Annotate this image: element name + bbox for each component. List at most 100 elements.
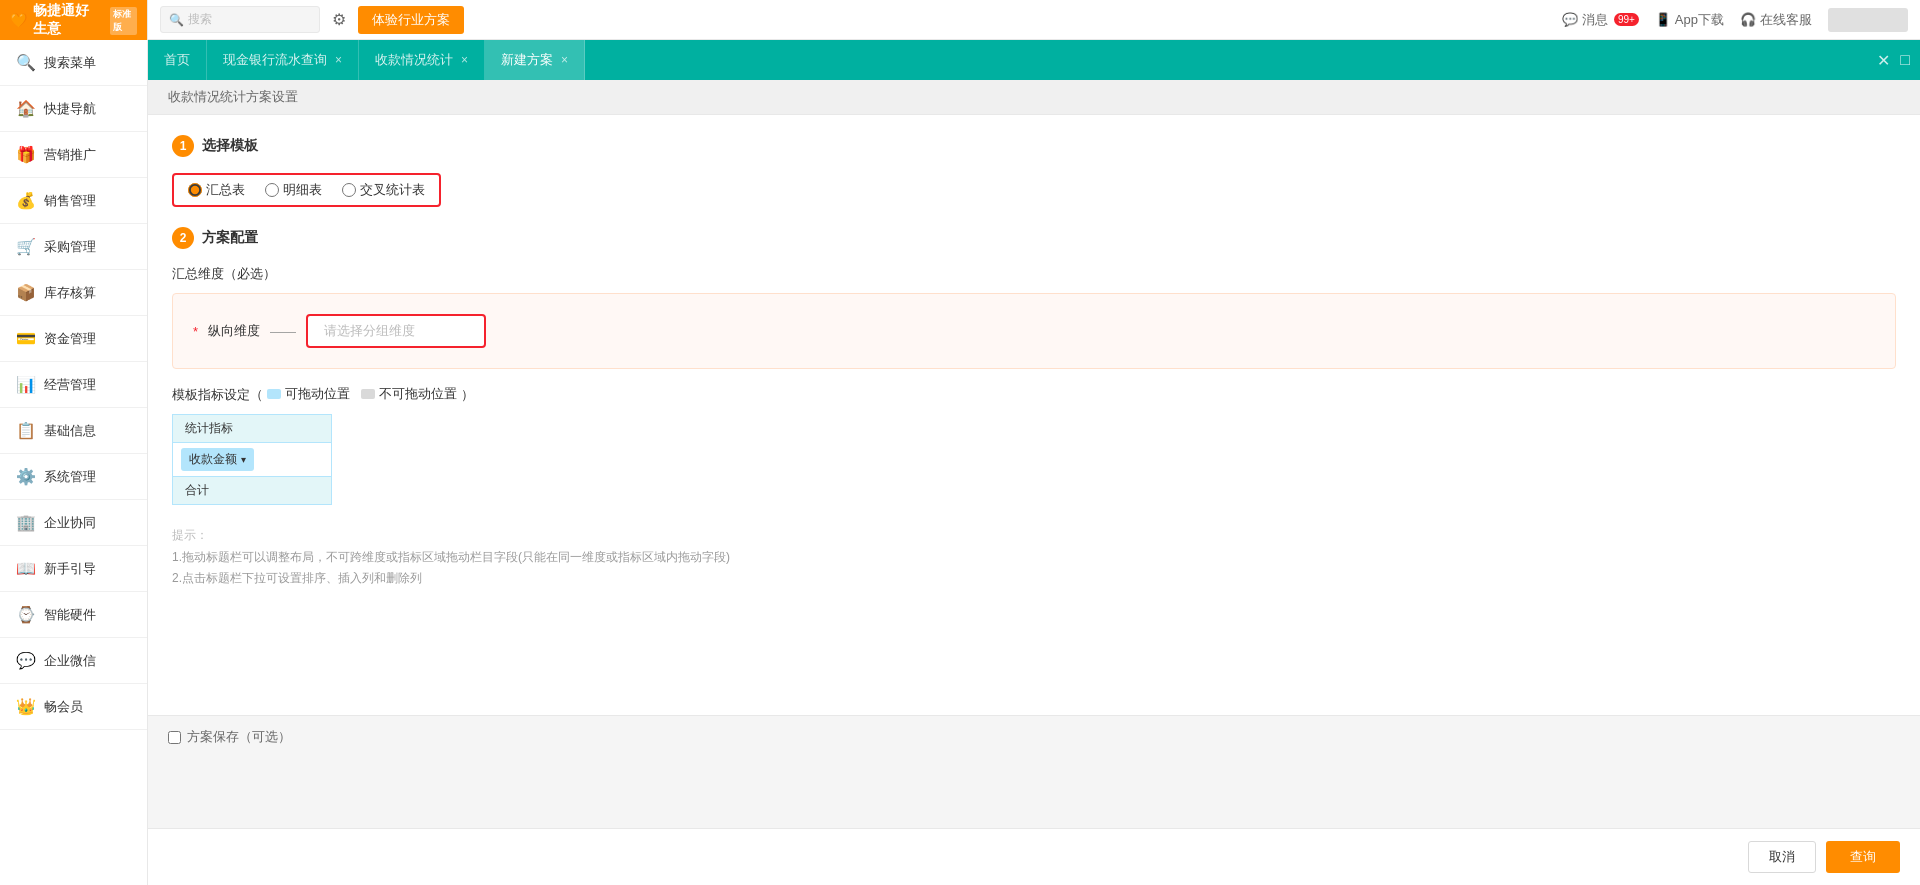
required-mark: *: [193, 324, 198, 339]
sidebar-item-smart-hw[interactable]: ⌚智能硬件: [0, 592, 147, 638]
sidebar-smart-hw-icon: ⌚: [16, 605, 36, 624]
arrow: ——: [270, 324, 296, 339]
sidebar-item-newbie[interactable]: 📖 新手引导: [0, 546, 147, 592]
radio-detail[interactable]: 明细表: [265, 181, 322, 199]
sidebar-item-label-marketing: 营销推广: [44, 146, 96, 164]
user-avatar[interactable]: [1828, 8, 1908, 32]
sidebar-item-enterprise[interactable]: 🏢企业协同: [0, 500, 147, 546]
save-label[interactable]: 方案保存（可选）: [187, 728, 291, 746]
radio-cross[interactable]: 交叉统计表: [342, 181, 425, 199]
step1-header: 1 选择模板: [172, 135, 1896, 157]
tab-bank-flow[interactable]: 现金银行流水查询 ×: [207, 40, 359, 80]
sidebar-biz-mgmt-icon: 📊: [16, 375, 36, 394]
sidebar-item-inventory[interactable]: 📦库存核算: [0, 270, 147, 316]
close-window-icon[interactable]: ✕: [1877, 51, 1890, 70]
step2-header: 2 方案配置: [172, 227, 1896, 249]
radio-detail-label[interactable]: 明细表: [283, 181, 322, 199]
config-section: 汇总维度（必选） * 纵向维度 —— 请选择分组维度 模板指标设定（: [172, 265, 1896, 590]
tab-label-collection-stats: 收款情况统计: [375, 51, 453, 69]
search-placeholder: 搜索: [188, 11, 212, 28]
metrics-tag-amount[interactable]: 收款金额 ▾: [181, 448, 254, 471]
dimension-select[interactable]: 请选择分组维度: [306, 314, 486, 348]
metrics-total-cell: 合计: [173, 476, 331, 504]
content-area: 收款情况统计方案设置 1 选择模板 汇总表 明细表 交叉统计表: [148, 80, 1920, 828]
sidebar-item-label-newbie: 新手引导: [44, 560, 96, 578]
sidebar-marketing-icon: 🎁: [16, 145, 36, 164]
vertical-label: 纵向维度: [208, 322, 260, 340]
app-icon: 📱: [1655, 12, 1671, 27]
sidebar-item-label-basic-info: 基础信息: [44, 422, 96, 440]
tab-home[interactable]: 首页: [148, 40, 207, 80]
tab-close-collection-stats[interactable]: ×: [461, 53, 468, 67]
sidebar-inventory-icon: 📦: [16, 283, 36, 302]
message-btn[interactable]: 💬 消息 99+: [1562, 11, 1639, 29]
query-button[interactable]: 查询: [1826, 841, 1900, 873]
step2-title: 方案配置: [202, 229, 258, 247]
step1-title: 选择模板: [202, 137, 258, 155]
tab-close-new-plan[interactable]: ×: [561, 53, 568, 67]
sidebar: 🧡 畅捷通好生意 标准版 🔍搜索菜单🏠快捷导航🎁营销推广💰销售管理🛒采购管理📦库…: [0, 0, 148, 885]
settings-icon[interactable]: ⚙: [332, 10, 346, 29]
sidebar-purchase-mgmt-icon: 🛒: [16, 237, 36, 256]
tab-label-new-plan: 新建方案: [501, 51, 553, 69]
search-box[interactable]: 🔍 搜索: [160, 6, 320, 33]
sidebar-item-search-menu[interactable]: 🔍搜索菜单: [0, 40, 147, 86]
logo-text: 畅捷通好生意: [33, 2, 98, 38]
footer-bar: 取消 查询: [148, 828, 1920, 885]
sidebar-item-capital-mgmt[interactable]: 💳资金管理: [0, 316, 147, 362]
online-service-label: 在线客服: [1760, 11, 1812, 29]
sidebar-item-wechat[interactable]: 💬 企业微信: [0, 638, 147, 684]
legend-fixed: 不可拖动位置: [361, 385, 457, 403]
tab-close-bank-flow[interactable]: ×: [335, 53, 342, 67]
service-icon: 🎧: [1740, 12, 1756, 27]
sidebar-item-label-quick-nav: 快捷导航: [44, 100, 96, 118]
radio-cross-input[interactable]: [342, 183, 356, 197]
main-area: 🔍 搜索 ⚙ 体验行业方案 💬 消息 99+ 📱 App下载 🎧 在线客服 首页…: [148, 0, 1920, 885]
sidebar-item-biz-mgmt[interactable]: 📊 经营管理: [0, 362, 147, 408]
tab-label-bank-flow: 现金银行流水查询: [223, 51, 327, 69]
sidebar-item-member[interactable]: 👑畅会员: [0, 684, 147, 730]
sidebar-item-label-search-menu: 搜索菜单: [44, 54, 96, 72]
message-icon: 💬: [1562, 12, 1578, 27]
save-section: 方案保存（可选）: [148, 715, 1920, 758]
industry-btn[interactable]: 体验行业方案: [358, 6, 464, 34]
sidebar-quick-nav-icon: 🏠: [16, 99, 36, 118]
tab-collection-stats[interactable]: 收款情况统计 ×: [359, 40, 485, 80]
metrics-tag-row: 收款金额 ▾: [173, 443, 331, 476]
sidebar-item-purchase-mgmt[interactable]: 🛒采购管理: [0, 224, 147, 270]
tabs-right-actions: ✕ □: [1867, 40, 1920, 80]
sidebar-newbie-icon: 📖: [16, 559, 36, 578]
step2-circle: 2: [172, 227, 194, 249]
radio-detail-input[interactable]: [265, 183, 279, 197]
tips-section: 提示： 1.拖动标题栏可以调整布局，不可跨维度或指标区域拖动栏目字段(只能在同一…: [172, 525, 1896, 590]
radio-summary-label[interactable]: 汇总表: [206, 181, 245, 199]
sidebar-item-marketing[interactable]: 🎁 营销推广: [0, 132, 147, 178]
sidebar-item-label-member: 畅会员: [44, 698, 83, 716]
restore-window-icon[interactable]: □: [1900, 51, 1910, 69]
radio-summary-input[interactable]: [188, 183, 202, 197]
cancel-button[interactable]: 取消: [1748, 841, 1816, 873]
breadcrumb: 收款情况统计方案设置: [148, 80, 1920, 115]
dimension-label: 汇总维度（必选）: [172, 265, 1896, 283]
radio-summary[interactable]: 汇总表: [188, 181, 245, 199]
sidebar-wechat-icon: 💬: [16, 651, 36, 670]
sidebar-item-basic-info[interactable]: 📋基础信息: [0, 408, 147, 454]
online-service-btn[interactable]: 🎧 在线客服: [1740, 11, 1812, 29]
dimension-row: * 纵向维度 —— 请选择分组维度: [193, 314, 1875, 348]
tab-label-home: 首页: [164, 51, 190, 69]
sidebar-item-quick-nav[interactable]: 🏠 快捷导航: [0, 86, 147, 132]
sidebar-item-label-wechat: 企业微信: [44, 652, 96, 670]
logo-badge: 标准版: [110, 7, 137, 35]
radio-cross-label[interactable]: 交叉统计表: [360, 181, 425, 199]
legend-blue-box: [267, 389, 281, 399]
tabs-bar: 首页 现金银行流水查询 × 收款情况统计 × 新建方案 × ✕ □: [148, 40, 1920, 80]
sidebar-item-label-biz-mgmt: 经营管理: [44, 376, 96, 394]
tab-new-plan[interactable]: 新建方案 ×: [485, 40, 585, 80]
app-download-btn[interactable]: 📱 App下载: [1655, 11, 1724, 29]
sidebar-item-label-sales-mgmt: 销售管理: [44, 192, 96, 210]
message-badge: 99+: [1614, 13, 1639, 26]
sidebar-item-label-capital-mgmt: 资金管理: [44, 330, 96, 348]
sidebar-item-sales-mgmt[interactable]: 💰销售管理: [0, 178, 147, 224]
sidebar-item-sys-mgmt[interactable]: ⚙️系统管理: [0, 454, 147, 500]
save-checkbox[interactable]: [168, 731, 181, 744]
